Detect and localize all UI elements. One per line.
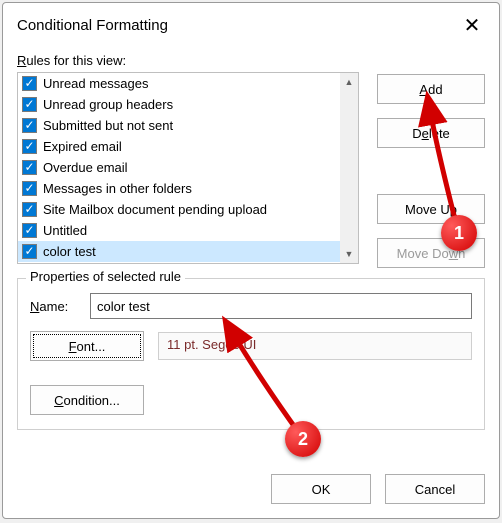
rule-label: Unread messages bbox=[43, 76, 149, 91]
checkbox-icon[interactable]: ✓ bbox=[22, 76, 37, 91]
rule-row[interactable]: ✓ Site Mailbox document pending upload bbox=[18, 199, 340, 220]
scroll-down-icon[interactable]: ▼ bbox=[340, 245, 358, 263]
rule-label: Site Mailbox document pending upload bbox=[43, 202, 267, 217]
checkbox-icon[interactable]: ✓ bbox=[22, 223, 37, 238]
checkbox-icon[interactable]: ✓ bbox=[22, 160, 37, 175]
callout-1: 1 bbox=[441, 215, 477, 251]
close-button[interactable]: ✕ bbox=[455, 11, 489, 39]
rule-row[interactable]: ✓ Untitled bbox=[18, 220, 340, 241]
name-input[interactable] bbox=[90, 293, 472, 319]
rule-label: Untitled bbox=[43, 223, 87, 238]
rule-label: Overdue email bbox=[43, 160, 128, 175]
font-button[interactable]: Font... bbox=[30, 331, 144, 361]
rule-row[interactable]: ✓ Messages in other folders bbox=[18, 178, 340, 199]
rule-label: Submitted but not sent bbox=[43, 118, 173, 133]
scrollbar[interactable]: ▲ ▼ bbox=[340, 73, 358, 263]
rule-label: Messages in other folders bbox=[43, 181, 192, 196]
checkbox-icon[interactable]: ✓ bbox=[22, 244, 37, 259]
checkbox-icon[interactable]: ✓ bbox=[22, 97, 37, 112]
rules-listbox[interactable]: ✓ Unread messages ✓ Unread group headers… bbox=[17, 72, 359, 264]
rule-label: color test bbox=[43, 244, 96, 259]
rule-label: Expired email bbox=[43, 139, 122, 154]
cancel-button[interactable]: Cancel bbox=[385, 474, 485, 504]
properties-group: Properties of selected rule Name: Font..… bbox=[17, 278, 485, 430]
rules-label: Rules for this view: bbox=[17, 53, 485, 68]
checkbox-icon[interactable]: ✓ bbox=[22, 181, 37, 196]
name-label: Name: bbox=[30, 299, 76, 314]
dialog-footer: OK Cancel bbox=[3, 460, 499, 518]
rule-label: Unread group headers bbox=[43, 97, 173, 112]
rule-row[interactable]: ✓ Overdue email bbox=[18, 157, 340, 178]
callout-2: 2 bbox=[285, 421, 321, 457]
rule-row[interactable]: ✓ Submitted but not sent bbox=[18, 115, 340, 136]
font-description: 11 pt. Segoe UI bbox=[158, 332, 472, 360]
ok-button[interactable]: OK bbox=[271, 474, 371, 504]
delete-button[interactable]: Delete bbox=[377, 118, 485, 148]
checkbox-icon[interactable]: ✓ bbox=[22, 118, 37, 133]
rule-row[interactable]: ✓ color test bbox=[18, 241, 340, 262]
scroll-up-icon[interactable]: ▲ bbox=[340, 73, 358, 91]
add-button[interactable]: Add bbox=[377, 74, 485, 104]
titlebar: Conditional Formatting ✕ bbox=[3, 3, 499, 47]
rule-row[interactable]: ✓ Unread group headers bbox=[18, 94, 340, 115]
rule-row[interactable]: ✓ Unread messages bbox=[18, 73, 340, 94]
checkbox-icon[interactable]: ✓ bbox=[22, 202, 37, 217]
close-icon: ✕ bbox=[464, 13, 481, 38]
rule-row[interactable]: ✓ Expired email bbox=[18, 136, 340, 157]
dialog-title: Conditional Formatting bbox=[17, 17, 455, 34]
conditional-formatting-dialog: Conditional Formatting ✕ Rules for this … bbox=[2, 2, 500, 519]
checkbox-icon[interactable]: ✓ bbox=[22, 139, 37, 154]
dialog-body: Rules for this view: ✓ Unread messages ✓… bbox=[3, 47, 499, 460]
properties-title: Properties of selected rule bbox=[26, 269, 185, 284]
condition-button[interactable]: Condition... bbox=[30, 385, 144, 415]
